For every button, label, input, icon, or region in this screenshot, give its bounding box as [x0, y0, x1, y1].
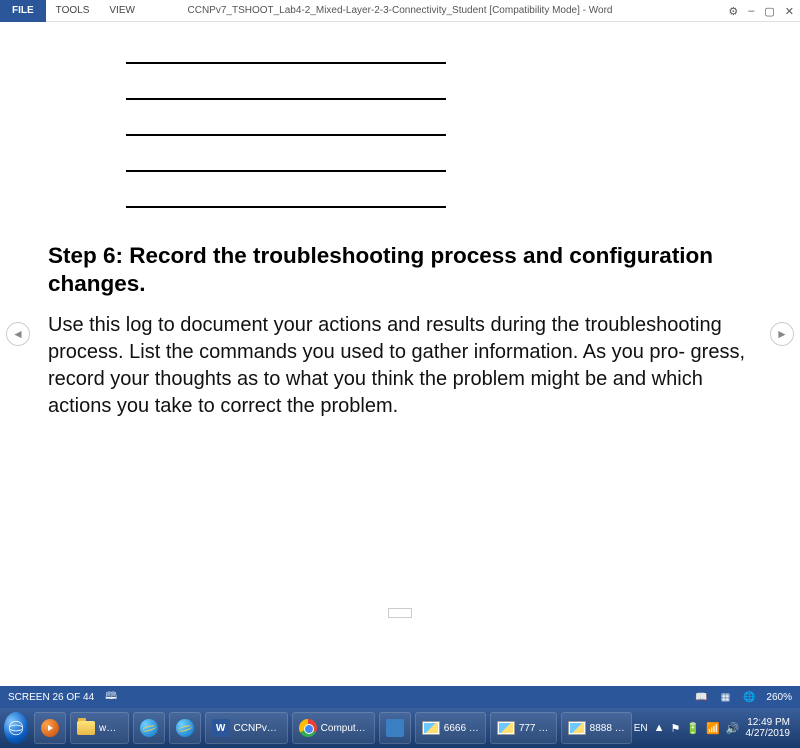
window-title: CCNPv7_TSHOOT_Lab4-2_Mixed-Layer-2-3-Con…: [188, 5, 613, 16]
blank-line: [126, 134, 446, 136]
network-icon[interactable]: 📶: [706, 722, 720, 735]
taskbar-paint-777[interactable]: 777 - Paint: [490, 712, 557, 744]
blank-line: [126, 170, 446, 172]
taskbar-clock[interactable]: 12:49 PM 4/27/2019: [746, 717, 791, 739]
blank-line: [126, 62, 446, 64]
close-button[interactable]: ✕: [785, 5, 794, 18]
volume-icon[interactable]: 🔊: [726, 722, 740, 735]
taskbar: week 13 W CCNPv7_TSH… Computer Sci… 6666…: [0, 708, 800, 748]
taskbar-folder-week13[interactable]: week 13: [70, 712, 129, 744]
folder-icon: [77, 719, 95, 737]
blank-line: [126, 206, 446, 208]
flag-icon[interactable]: ⚑: [671, 722, 681, 735]
paint-icon: [422, 719, 440, 737]
read-mode-icon[interactable]: 📖: [694, 690, 708, 704]
system-tray: EN ▲ ⚑ 🔋 📶 🔊 12:49 PM 4/27/2019: [634, 717, 796, 739]
document-area: ◄ ► Step 6: Record the troubleshooting p…: [0, 22, 800, 686]
taskbar-media-player[interactable]: [34, 712, 66, 744]
print-layout-icon[interactable]: ▦: [718, 690, 732, 704]
app-icon: [386, 719, 404, 737]
taskbar-label: 777 - Paint: [519, 723, 550, 734]
chrome-icon: [299, 719, 317, 737]
taskbar-chrome[interactable]: Computer Sci…: [292, 712, 375, 744]
step-heading: Step 6: Record the troubleshooting proce…: [48, 242, 752, 298]
ribbon-bar: FILE TOOLS VIEW CCNPv7_TSHOOT_Lab4-2_Mix…: [0, 0, 800, 22]
battery-icon[interactable]: 🔋: [686, 722, 700, 735]
paint-icon: [568, 719, 586, 737]
prev-page-button[interactable]: ◄: [6, 322, 30, 346]
clock-time: 12:49 PM: [746, 717, 791, 728]
taskbar-label: CCNPv7_TSH…: [234, 723, 281, 734]
ie-icon: [176, 719, 194, 737]
word-icon: W: [212, 719, 230, 737]
web-layout-icon[interactable]: 🌐: [742, 690, 756, 704]
tray-up-icon[interactable]: ▲: [654, 722, 665, 734]
status-bar: SCREEN 26 OF 44 🕮 📖 ▦ 🌐 260%: [0, 686, 800, 708]
window-controls: ⚙ – ▢ ✕: [728, 0, 794, 22]
taskbar-label: 8888 - Paint: [590, 723, 625, 734]
clock-date: 4/27/2019: [746, 728, 791, 739]
minimize-button[interactable]: –: [748, 5, 754, 17]
taskbar-ie-2[interactable]: [169, 712, 201, 744]
ribbon-display-options-icon[interactable]: ⚙: [728, 5, 738, 18]
step-body: Use this log to document your actions an…: [48, 312, 752, 420]
start-button[interactable]: [4, 712, 28, 744]
page-break-marker: [388, 608, 412, 618]
document-page: Step 6: Record the troubleshooting proce…: [0, 22, 800, 430]
taskbar-label: Computer Sci…: [321, 723, 368, 734]
language-indicator[interactable]: EN: [634, 723, 648, 734]
taskbar-app[interactable]: [379, 712, 411, 744]
ie-icon: [140, 719, 158, 737]
paint-icon: [497, 719, 515, 737]
blank-line: [126, 98, 446, 100]
restore-button[interactable]: ▢: [764, 5, 774, 18]
file-tab[interactable]: FILE: [0, 0, 46, 22]
taskbar-word[interactable]: W CCNPv7_TSH…: [205, 712, 288, 744]
media-player-icon: [41, 719, 59, 737]
zoom-level[interactable]: 260%: [766, 692, 792, 703]
taskbar-paint-8888[interactable]: 8888 - Paint: [561, 712, 632, 744]
statusbar-icon[interactable]: 🕮: [104, 690, 118, 704]
taskbar-label: 6666 - Paint: [444, 723, 479, 734]
view-tab[interactable]: VIEW: [99, 0, 145, 22]
taskbar-ie[interactable]: [133, 712, 165, 744]
screen-count[interactable]: SCREEN 26 OF 44: [8, 692, 94, 703]
taskbar-paint-6666[interactable]: 6666 - Paint: [415, 712, 486, 744]
taskbar-label: week 13: [99, 723, 122, 734]
tools-tab[interactable]: TOOLS: [46, 0, 100, 22]
windows-logo-icon: [7, 719, 25, 737]
next-page-button[interactable]: ►: [770, 322, 794, 346]
